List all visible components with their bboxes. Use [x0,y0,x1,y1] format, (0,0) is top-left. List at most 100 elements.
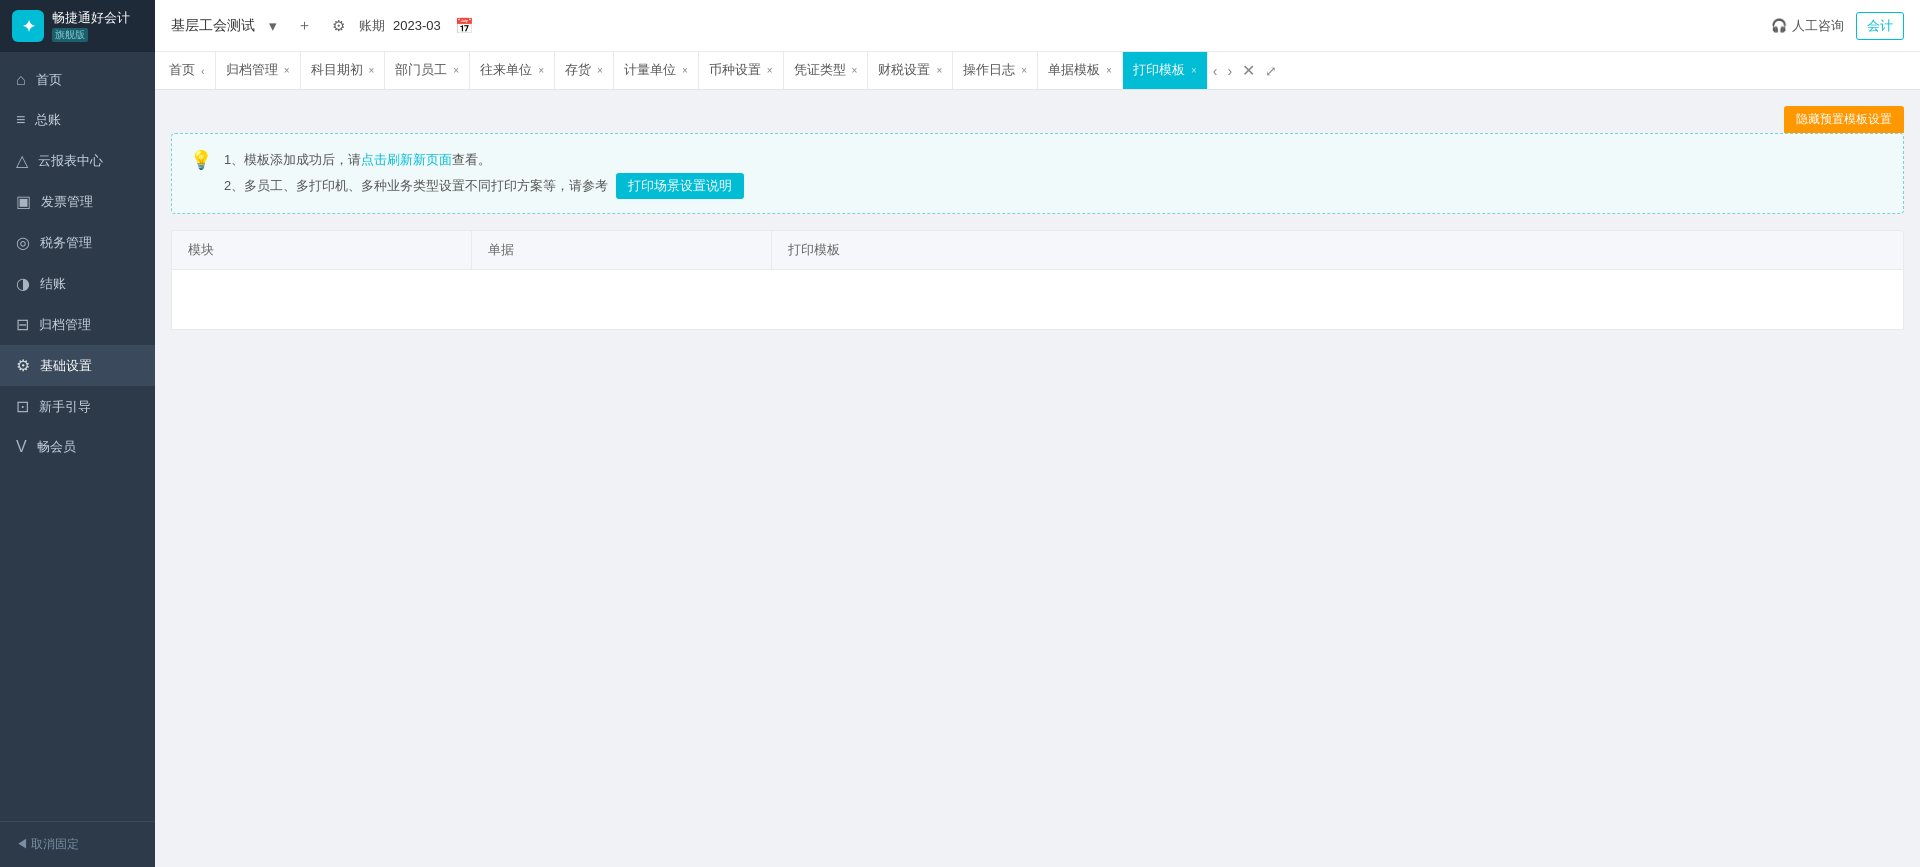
tab-dept-label: 部门员工 [395,62,447,79]
ai-consult-label: 人工咨询 [1792,17,1844,35]
sidebar-item-label: 新手引导 [39,398,91,416]
tab-singledoc[interactable]: 单据模板 × [1038,52,1123,90]
sidebar-item-basic[interactable]: ⚙ 基础设置 [0,345,155,386]
sidebar-item-ledger[interactable]: ≡ 总账 [0,100,155,140]
notice-line-2: 2、多员工、多打印机、多种业务类型设置不同打印方案等，请参考 打印场景设置说明 [224,173,1885,199]
tab-archive-label: 归档管理 [226,62,278,79]
tab-close-archive-icon[interactable]: × [284,65,290,76]
app-edition: 旗舰版 [52,28,88,42]
topbar: 基层工会测试 ▾ ＋ ⚙ 账期 2023-03 📅 🎧 人工咨询 会计 [155,0,1920,52]
sidebar-item-guide[interactable]: ⊡ 新手引导 [0,386,155,427]
tab-oplog-label: 操作日志 [963,62,1015,79]
period-value: 2023-03 [393,18,441,33]
sidebar-item-label: 发票管理 [41,193,93,211]
main-area: 基层工会测试 ▾ ＋ ⚙ 账期 2023-03 📅 🎧 人工咨询 会计 首页 ‹… [155,0,1920,867]
tab-close-supplier-icon[interactable]: × [538,65,544,76]
sidebar-item-label: 税务管理 [40,234,92,252]
settings-button[interactable]: ⚙ [326,13,351,39]
sidebar-item-label: 畅会员 [37,438,76,456]
tab-dept[interactable]: 部门员工 × [385,52,470,90]
sidebar-item-member[interactable]: V 畅会员 [0,427,155,467]
tab-close-singledoc-icon[interactable]: × [1106,65,1112,76]
tab-voucher[interactable]: 凭证类型 × [784,52,869,90]
tab-next-button[interactable]: › [1222,52,1237,90]
tabbar: 首页 ‹ 归档管理 × 科目期初 × 部门员工 × 往来单位 × 存货 × 计量… [155,52,1920,90]
topbar-left: 基层工会测试 ▾ ＋ ⚙ 账期 2023-03 📅 [171,12,480,39]
tab-close-taxsetting-icon[interactable]: × [936,65,942,76]
col-module: 模块 [172,231,472,269]
sidebar-item-home[interactable]: ⌂ 首页 [0,60,155,100]
sidebar-item-settle[interactable]: ◑ 结账 [0,263,155,304]
headset-icon: 🎧 [1771,18,1787,33]
topbar-right: 🎧 人工咨询 会计 [1771,12,1904,40]
sidebar-item-archive[interactable]: ⊟ 归档管理 [0,304,155,345]
tab-printtemplate[interactable]: 打印模板 × [1123,52,1208,90]
tab-expand-button[interactable]: ⤢ [1260,52,1282,90]
sidebar-item-invoice[interactable]: ▣ 发票管理 [0,181,155,222]
tab-supplier[interactable]: 往来单位 × [470,52,555,90]
tab-home[interactable]: 首页 ‹ [159,52,216,90]
tab-oplog[interactable]: 操作日志 × [953,52,1038,90]
tab-taxsetting-label: 财税设置 [878,62,930,79]
company-dropdown-button[interactable]: ▾ [263,13,283,39]
tab-close-dept-icon[interactable]: × [453,65,459,76]
sidebar-item-label: 基础设置 [40,357,92,375]
table-body [171,270,1904,330]
tab-subject-label: 科目期初 [311,62,363,79]
member-icon: V [16,438,27,456]
tab-currency-label: 币种设置 [709,62,761,79]
tab-close-oplog-icon[interactable]: × [1021,65,1027,76]
tab-close-unit-icon[interactable]: × [682,65,688,76]
print-template-table: 模块 单据 打印模板 [171,230,1904,330]
notice-line1-pre: 1、模板添加成功后，请 [224,152,361,167]
tab-taxsetting[interactable]: 财税设置 × [868,52,953,90]
tab-inventory[interactable]: 存货 × [555,52,614,90]
tab-supplier-label: 往来单位 [480,62,532,79]
settle-icon: ◑ [16,274,30,293]
tab-close-voucher-icon[interactable]: × [852,65,858,76]
sidebar-item-report[interactable]: △ 云报表中心 [0,140,155,181]
notice-line1-post: 查看。 [452,152,491,167]
archive-icon: ⊟ [16,315,29,334]
tab-currency[interactable]: 币种设置 × [699,52,784,90]
ai-consult-button[interactable]: 🎧 人工咨询 [1771,17,1844,35]
sidebar-item-label: 归档管理 [39,316,91,334]
sidebar-unpin-button[interactable]: ◀ 取消固定 [0,821,155,867]
tab-voucher-label: 凭证类型 [794,62,846,79]
tab-unit-label: 计量单位 [624,62,676,79]
tab-subject[interactable]: 科目期初 × [301,52,386,90]
hide-preview-button[interactable]: 隐藏预置模板设置 [1784,106,1904,133]
app-name: 畅捷通好会计 [52,10,130,27]
tab-close-inventory-icon[interactable]: × [597,65,603,76]
sidebar-item-label: 总账 [35,111,61,129]
basic-icon: ⚙ [16,356,30,375]
tab-archive[interactable]: 归档管理 × [216,52,301,90]
tab-close-subject-icon[interactable]: × [369,65,375,76]
sidebar-item-tax[interactable]: ◎ 税务管理 [0,222,155,263]
tab-close-all-button[interactable]: ✕ [1237,52,1260,90]
accountant-button[interactable]: 会计 [1856,12,1904,40]
notice-line-1: 1、模板添加成功后，请点击刷新新页面查看。 [224,148,1885,173]
home-icon: ⌂ [16,71,26,89]
col-document: 单据 [472,231,772,269]
guide-icon: ⊡ [16,397,29,416]
tab-close-printtemplate-icon[interactable]: × [1191,65,1197,76]
notice-content: 1、模板添加成功后，请点击刷新新页面查看。 2、多员工、多打印机、多种业务类型设… [224,148,1885,199]
invoice-icon: ▣ [16,192,31,211]
logo-icon: ✦ [12,10,44,42]
tab-prev-button[interactable]: ‹ [1208,52,1223,90]
tab-inventory-label: 存货 [565,62,591,79]
tab-close-currency-icon[interactable]: × [767,65,773,76]
refresh-link[interactable]: 点击刷新新页面 [361,152,452,167]
company-name: 基层工会测试 [171,17,255,35]
print-explain-button[interactable]: 打印场景设置说明 [616,173,744,199]
add-tab-button[interactable]: ＋ [291,12,318,39]
sidebar: ✦ 畅捷通好会计 旗舰版 ⌂ 首页 ≡ 总账 △ 云报表中心 ▣ 发票管理 ◎ … [0,0,155,867]
tab-unit[interactable]: 计量单位 × [614,52,699,90]
sidebar-item-label: 结账 [40,275,66,293]
calendar-icon[interactable]: 📅 [449,13,480,39]
sidebar-nav: ⌂ 首页 ≡ 总账 △ 云报表中心 ▣ 发票管理 ◎ 税务管理 ◑ 结账 ⊟ 归… [0,52,155,821]
tab-home-label: 首页 [169,62,195,79]
top-action-row: 隐藏预置模板设置 [171,106,1904,133]
tab-chevron-icon[interactable]: ‹ [201,65,205,77]
